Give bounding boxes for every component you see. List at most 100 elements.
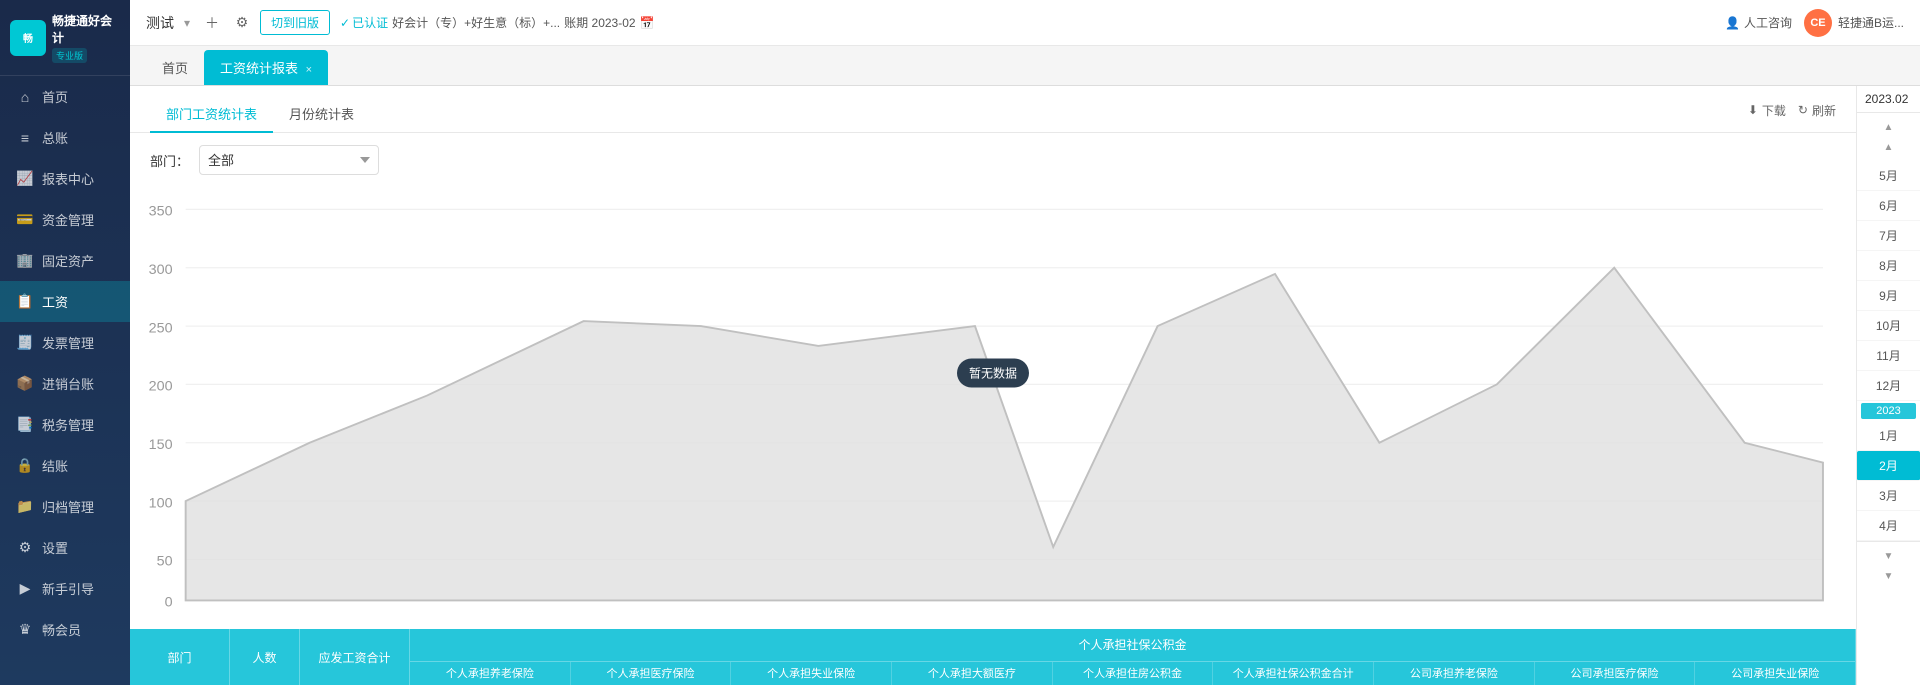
home-icon: ⌂ — [16, 89, 34, 105]
date-nav-up2-btn[interactable]: ▲ — [1879, 137, 1899, 157]
tab-close-icon[interactable]: × — [306, 64, 312, 76]
col-company-pension: 公司承担养老保险 — [1374, 662, 1535, 685]
add-button[interactable]: ＋ — [200, 11, 224, 35]
logo-text-area: 畅捷通好会计 专业版 — [52, 12, 120, 63]
sidebar-item-archive[interactable]: 📁 归档管理 — [0, 486, 130, 527]
filter-bar: 部门： 全部 财务部 人事部 销售部 技术部 — [130, 133, 1856, 187]
sidebar-item-label: 税务管理 — [42, 415, 94, 434]
invoice-icon: 🧾 — [16, 334, 34, 351]
main-content: 部门工资统计表 月份统计表 ⬇ 下载 ↻ 刷新 — [130, 86, 1856, 685]
chart-area: 350 300 250 200 150 100 50 0 — [130, 187, 1856, 629]
sidebar-item-purchase[interactable]: 📦 进销台账 — [0, 363, 130, 404]
verified-badge: ✓ 已认证 — [340, 14, 388, 31]
dropdown-arrow-icon: ▾ — [184, 16, 190, 30]
sidebar-item-ledger[interactable]: ≡ 总账 — [0, 117, 130, 158]
sidebar-item-label: 结账 — [42, 456, 68, 475]
sub-tab-month[interactable]: 月份统计表 — [273, 96, 370, 133]
topbar: 测试 ▾ ＋ ⚙ 切到旧版 ✓ 已认证 好会计（专）+好生意（标）+... 账期… — [130, 0, 1920, 46]
calendar-icon: 📅 — [640, 16, 655, 30]
svg-text:100: 100 — [149, 495, 173, 511]
col-group-personal-social: 个人承担社保公积金 个人承担养老保险 个人承担医疗保险 个人承担失业保险 — [410, 629, 1856, 685]
logo-icon: 畅 — [10, 20, 46, 56]
date-nav-down2-btn[interactable]: ▼ — [1879, 566, 1899, 586]
sub-tabbar: 部门工资统计表 月份统计表 ⬇ 下载 ↻ 刷新 — [130, 86, 1856, 133]
download-button[interactable]: ⬇ 下载 — [1748, 102, 1786, 119]
sidebar-item-label: 资金管理 — [42, 210, 94, 229]
assets-icon: 🏢 — [16, 252, 34, 269]
sidebar-item-label: 工资 — [42, 292, 68, 311]
date-item-2023-2[interactable]: 2月 — [1857, 451, 1920, 481]
sub-tab-dept[interactable]: 部门工资统计表 — [150, 96, 273, 133]
date-item-12[interactable]: 12月 — [1857, 371, 1920, 401]
sidebar-item-member[interactable]: ♛ 畅会员 — [0, 609, 130, 650]
sidebar-item-invoice[interactable]: 🧾 发票管理 — [0, 322, 130, 363]
tab-home[interactable]: 首页 — [146, 50, 204, 85]
sidebar-item-reports[interactable]: 📈 报表中心 — [0, 158, 130, 199]
date-item-2023-3[interactable]: 3月 — [1857, 481, 1920, 511]
sidebar-item-home[interactable]: ⌂ 首页 — [0, 76, 130, 117]
sidebar-item-closing[interactable]: 🔒 结账 — [0, 445, 130, 486]
app-edition: 专业版 — [52, 48, 87, 63]
tab-salary-report[interactable]: 工资统计报表 × — [204, 50, 328, 85]
sidebar-item-salary[interactable]: 📋 工资 — [0, 281, 130, 322]
date-item-5[interactable]: 5月 — [1857, 161, 1920, 191]
svg-text:0: 0 — [165, 594, 173, 610]
date-item-2023-1[interactable]: 1月 — [1857, 421, 1920, 451]
sidebar-item-label: 新手引导 — [42, 579, 94, 598]
sidebar-item-label: 归档管理 — [42, 497, 94, 516]
date-nav-down-area: ▼ ▼ — [1857, 541, 1920, 590]
sidebar-item-assets[interactable]: 🏢 固定资产 — [0, 240, 130, 281]
app-logo: 畅 畅捷通好会计 专业版 — [0, 0, 130, 76]
year-2023-badge: 2023 — [1861, 403, 1916, 419]
svg-text:350: 350 — [149, 203, 173, 219]
salary-icon: 📋 — [16, 293, 34, 310]
date-nav-up-btn[interactable]: ▲ — [1879, 117, 1899, 137]
current-year-month: 2023.02 — [1865, 92, 1908, 106]
date-item-10[interactable]: 10月 — [1857, 311, 1920, 341]
refresh-icon: ↻ — [1798, 103, 1808, 117]
col-serious-illness: 个人承担大额医疗 — [892, 662, 1053, 685]
sidebar-item-label: 固定资产 — [42, 251, 94, 270]
ledger-icon: ≡ — [16, 130, 34, 146]
date-item-9[interactable]: 9月 — [1857, 281, 1920, 311]
col-company-unemployment: 公司承担失业保险 — [1695, 662, 1855, 685]
app-name: 畅捷通好会计 — [52, 12, 120, 46]
verified-icon: ✓ — [340, 16, 350, 30]
product-tags: 好会计（专）+好生意（标）+... — [392, 14, 560, 31]
reports-icon: 📈 — [16, 170, 34, 187]
guide-icon: ▶ — [16, 580, 34, 597]
refresh-button[interactable]: ↻ 刷新 — [1798, 102, 1836, 119]
user-name: 轻捷通B运... — [1838, 14, 1904, 31]
company-title: 测试 — [146, 13, 174, 33]
sidebar-item-funds[interactable]: 💳 资金管理 — [0, 199, 130, 240]
funds-icon: 💳 — [16, 211, 34, 228]
service-button[interactable]: 👤 人工咨询 — [1725, 14, 1792, 31]
date-item-6[interactable]: 6月 — [1857, 191, 1920, 221]
topbar-actions: ＋ ⚙ 切到旧版 — [200, 10, 330, 35]
sidebar-item-label: 进销台账 — [42, 374, 94, 393]
svg-text:250: 250 — [149, 320, 173, 336]
sidebar-item-tax[interactable]: 📑 税务管理 — [0, 404, 130, 445]
sidebar-item-guide[interactable]: ▶ 新手引导 — [0, 568, 130, 609]
date-nav-down-btn[interactable]: ▼ — [1879, 546, 1899, 566]
sidebar-item-label: 畅会员 — [42, 620, 81, 639]
sidebar-item-label: 报表中心 — [42, 169, 94, 188]
date-item-2023-4[interactable]: 4月 — [1857, 511, 1920, 541]
settings-button[interactable]: ⚙ — [230, 11, 254, 35]
date-item-8[interactable]: 8月 — [1857, 251, 1920, 281]
date-item-7[interactable]: 7月 — [1857, 221, 1920, 251]
period-label: 账期 2023-02 — [564, 14, 635, 31]
dept-filter-select[interactable]: 全部 财务部 人事部 销售部 技术部 — [199, 145, 379, 175]
sidebar: 畅 畅捷通好会计 专业版 ⌂ 首页 ≡ 总账 📈 报表中心 💳 资金管理 🏢 固… — [0, 0, 130, 685]
group-subs: 个人承担养老保险 个人承担医疗保险 个人承担失业保险 个人承担大额医疗 个人承担 — [410, 662, 1855, 685]
main-area: 测试 ▾ ＋ ⚙ 切到旧版 ✓ 已认证 好会计（专）+好生意（标）+... 账期… — [130, 0, 1920, 685]
svg-text:150: 150 — [149, 436, 173, 452]
avatar: CE — [1804, 9, 1832, 37]
sidebar-item-label: 总账 — [42, 128, 68, 147]
date-item-11[interactable]: 11月 — [1857, 341, 1920, 371]
sidebar-item-settings[interactable]: ⚙ 设置 — [0, 527, 130, 568]
col-housing: 个人承担住房公积金 — [1053, 662, 1214, 685]
switch-old-version-button[interactable]: 切到旧版 — [260, 10, 330, 35]
user-info: CE 轻捷通B运... — [1804, 9, 1904, 37]
topbar-right: 👤 人工咨询 CE 轻捷通B运... — [1725, 9, 1904, 37]
